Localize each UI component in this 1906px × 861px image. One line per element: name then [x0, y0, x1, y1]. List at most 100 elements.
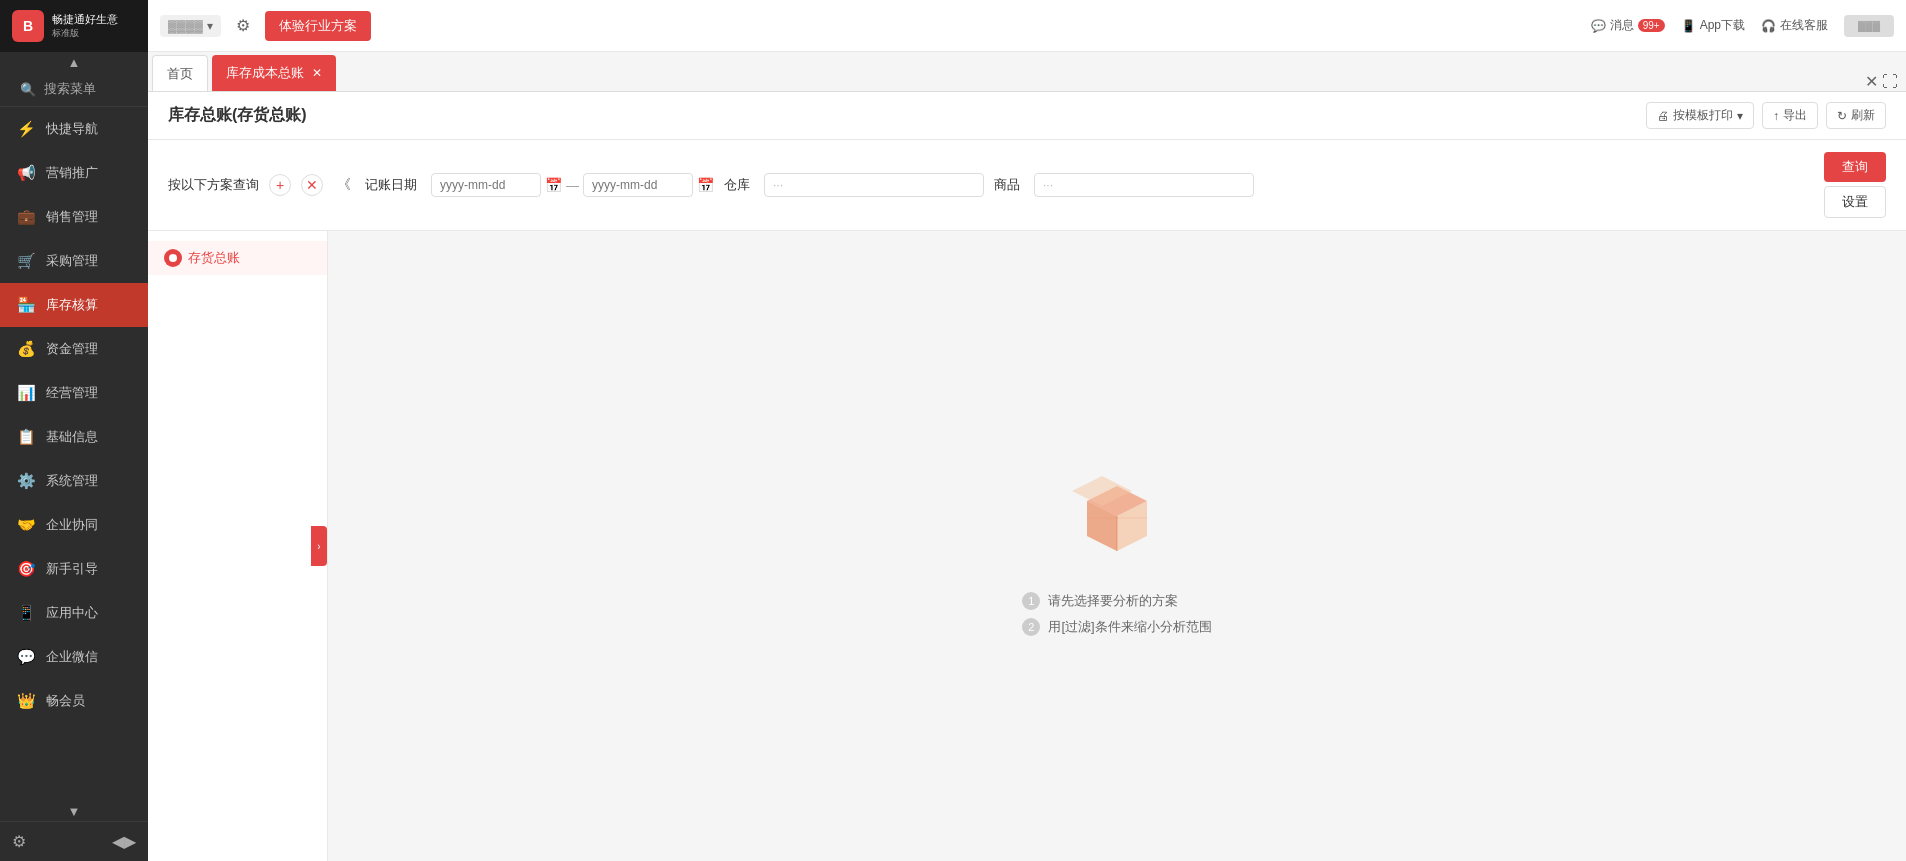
wechat-icon: 💬	[16, 647, 36, 667]
sidebar-item-apps[interactable]: 📱 应用中心	[0, 591, 148, 635]
tab-home-label: 首页	[167, 65, 193, 83]
messages-badge: 99+	[1638, 19, 1665, 32]
newbie-label: 新手引导	[46, 560, 98, 578]
apps-label: 应用中心	[46, 604, 98, 622]
operation-icon: 📊	[16, 383, 36, 403]
empty-illustration	[1057, 456, 1177, 576]
tip-text-2: 用[过滤]条件来缩小分析范围	[1048, 618, 1211, 636]
refresh-btn[interactable]: ↻ 刷新	[1826, 102, 1886, 129]
filter-label: 按以下方案查询	[168, 176, 259, 194]
sidebar-item-newbie[interactable]: 🎯 新手引导	[0, 547, 148, 591]
app-download-icon: 📱	[1681, 19, 1696, 33]
sidebar-item-sales[interactable]: 💼 销售管理	[0, 195, 148, 239]
messages-label: 消息	[1610, 17, 1634, 34]
sidebar-item-purchase[interactable]: 🛒 采购管理	[0, 239, 148, 283]
export-btn[interactable]: ↑ 导出	[1762, 102, 1818, 129]
sidebar-item-wechat[interactable]: 💬 企业微信	[0, 635, 148, 679]
finance-icon: 💰	[16, 339, 36, 359]
filter-collapse-btn[interactable]: 《	[333, 174, 355, 196]
empty-tips: 1 请先选择要分析的方案 2 用[过滤]条件来缩小分析范围	[1022, 592, 1211, 636]
tip-item-1: 1 请先选择要分析的方案	[1022, 592, 1211, 610]
goods-select[interactable]: ···	[1034, 173, 1254, 197]
tip-text-1: 请先选择要分析的方案	[1048, 592, 1178, 610]
topbar-right: 💬 消息 99+ 📱 App下载 🎧 在线客服 ▓▓▓	[1591, 15, 1894, 37]
industry-btn[interactable]: 体验行业方案	[265, 11, 371, 41]
warehouse-select[interactable]: ···	[764, 173, 984, 197]
online-service-label: 在线客服	[1780, 17, 1828, 34]
sidebar-search[interactable]: 🔍 搜索菜单	[0, 72, 148, 107]
collapse-footer-icon[interactable]: ◀▶	[112, 832, 136, 851]
finance-label: 资金管理	[46, 340, 98, 358]
operation-label: 经营管理	[46, 384, 98, 402]
sidebar-item-quick[interactable]: ⚡ 快捷导航	[0, 107, 148, 151]
scroll-up-btn[interactable]: ▲	[0, 52, 148, 72]
messages-item[interactable]: 💬 消息 99+	[1591, 17, 1665, 34]
enterprise-icon: 🤝	[16, 515, 36, 535]
tab-close-icon[interactable]: ✕	[312, 66, 322, 80]
tip-item-2: 2 用[过滤]条件来缩小分析范围	[1022, 618, 1211, 636]
date-end-input[interactable]	[583, 173, 693, 197]
sidebar-item-marketing[interactable]: 📢 营销推广	[0, 151, 148, 195]
tab-home[interactable]: 首页	[152, 55, 208, 91]
enterprise-label: 企业协同	[46, 516, 98, 534]
page-area: 库存总账(存货总账) 🖨 按模板打印 ▾ ↑ 导出 ↻ 刷新 按以下方案查询	[148, 92, 1906, 861]
page-actions: 🖨 按模板打印 ▾ ↑ 导出 ↻ 刷新	[1646, 102, 1886, 129]
app-download-item[interactable]: 📱 App下载	[1681, 17, 1745, 34]
purchase-label: 采购管理	[46, 252, 98, 270]
sidebar-item-basic[interactable]: 📋 基础信息	[0, 415, 148, 459]
online-service-item[interactable]: 🎧 在线客服	[1761, 17, 1828, 34]
search-label: 搜索菜单	[44, 80, 96, 98]
filter-del-btn[interactable]: ✕	[301, 174, 323, 196]
topbar-left: ▓▓▓▓ ▾ ⚙ 体验行业方案	[160, 11, 1581, 41]
sidebar-item-finance[interactable]: 💰 资金管理	[0, 327, 148, 371]
topbar-settings-icon[interactable]: ⚙	[229, 12, 257, 40]
scheme-item-label: 存货总账	[188, 249, 240, 267]
scheme-panel: 存货总账 ›	[148, 231, 328, 861]
tab-inventory-label: 库存成本总账	[226, 64, 304, 82]
system-icon: ⚙️	[16, 471, 36, 491]
panel-close-btn[interactable]: ›	[311, 526, 327, 566]
date-start-input[interactable]	[431, 173, 541, 197]
calendar-start-icon[interactable]: 📅	[545, 177, 562, 193]
basic-label: 基础信息	[46, 428, 98, 446]
sidebar-item-inventory[interactable]: 🏪 库存核算	[0, 283, 148, 327]
tab-bar-expand-icon[interactable]: ⛶	[1882, 73, 1898, 91]
settings-btn[interactable]: 设置	[1824, 186, 1886, 218]
chevron-down-icon: ▾	[1737, 109, 1743, 123]
sidebar-item-member[interactable]: 👑 畅会员	[0, 679, 148, 723]
topbar-user[interactable]: ▓▓▓▓ ▾	[160, 15, 221, 37]
sidebar-footer: ⚙ ◀▶	[0, 821, 148, 861]
calendar-end-icon[interactable]: 📅	[697, 177, 714, 193]
filter-add-btn[interactable]: +	[269, 174, 291, 196]
sidebar-nav: ⚡ 快捷导航 📢 营销推广 💼 销售管理 🛒 采购管理 🏪 库存核算 💰 资金管…	[0, 107, 148, 801]
scheme-item-inventory[interactable]: 存货总账	[148, 241, 327, 275]
sidebar-item-system[interactable]: ⚙️ 系统管理	[0, 459, 148, 503]
topbar: ▓▓▓▓ ▾ ⚙ 体验行业方案 💬 消息 99+ 📱 App下载 🎧 在线客服 …	[148, 0, 1906, 52]
export-icon: ↑	[1773, 109, 1779, 123]
apps-icon: 📱	[16, 603, 36, 623]
refresh-icon: ↻	[1837, 109, 1847, 123]
settings-footer-icon[interactable]: ⚙	[12, 832, 26, 851]
sidebar-item-enterprise[interactable]: 🤝 企业协同	[0, 503, 148, 547]
inventory-icon: 🏪	[16, 295, 36, 315]
quick-label: 快捷导航	[46, 120, 98, 138]
user-avatar[interactable]: ▓▓▓	[1844, 15, 1894, 37]
tab-bar-close-icon[interactable]: ✕	[1865, 72, 1878, 91]
sidebar-item-operation[interactable]: 📊 经营管理	[0, 371, 148, 415]
content-area: 存货总账 ›	[148, 231, 1906, 861]
svg-point-0	[169, 254, 177, 262]
scroll-down-btn[interactable]: ▼	[0, 801, 148, 821]
query-btn[interactable]: 查询	[1824, 152, 1886, 182]
empty-state: 1 请先选择要分析的方案 2 用[过滤]条件来缩小分析范围	[1022, 456, 1211, 636]
template-print-btn[interactable]: 🖨 按模板打印 ▾	[1646, 102, 1754, 129]
warehouse-label: 仓库	[724, 176, 750, 194]
app-name: 畅捷通好生意	[52, 12, 118, 27]
purchase-icon: 🛒	[16, 251, 36, 271]
wechat-label: 企业微信	[46, 648, 98, 666]
goods-label: 商品	[994, 176, 1020, 194]
topbar-username: ▓▓▓▓	[168, 19, 203, 33]
marketing-icon: 📢	[16, 163, 36, 183]
tab-inventory-cost[interactable]: 库存成本总账 ✕	[212, 55, 336, 91]
sidebar: B 畅捷通好生意 标准版 ▲ 🔍 搜索菜单 ⚡ 快捷导航 📢 营销推广 💼 销售…	[0, 0, 148, 861]
sales-label: 销售管理	[46, 208, 98, 226]
